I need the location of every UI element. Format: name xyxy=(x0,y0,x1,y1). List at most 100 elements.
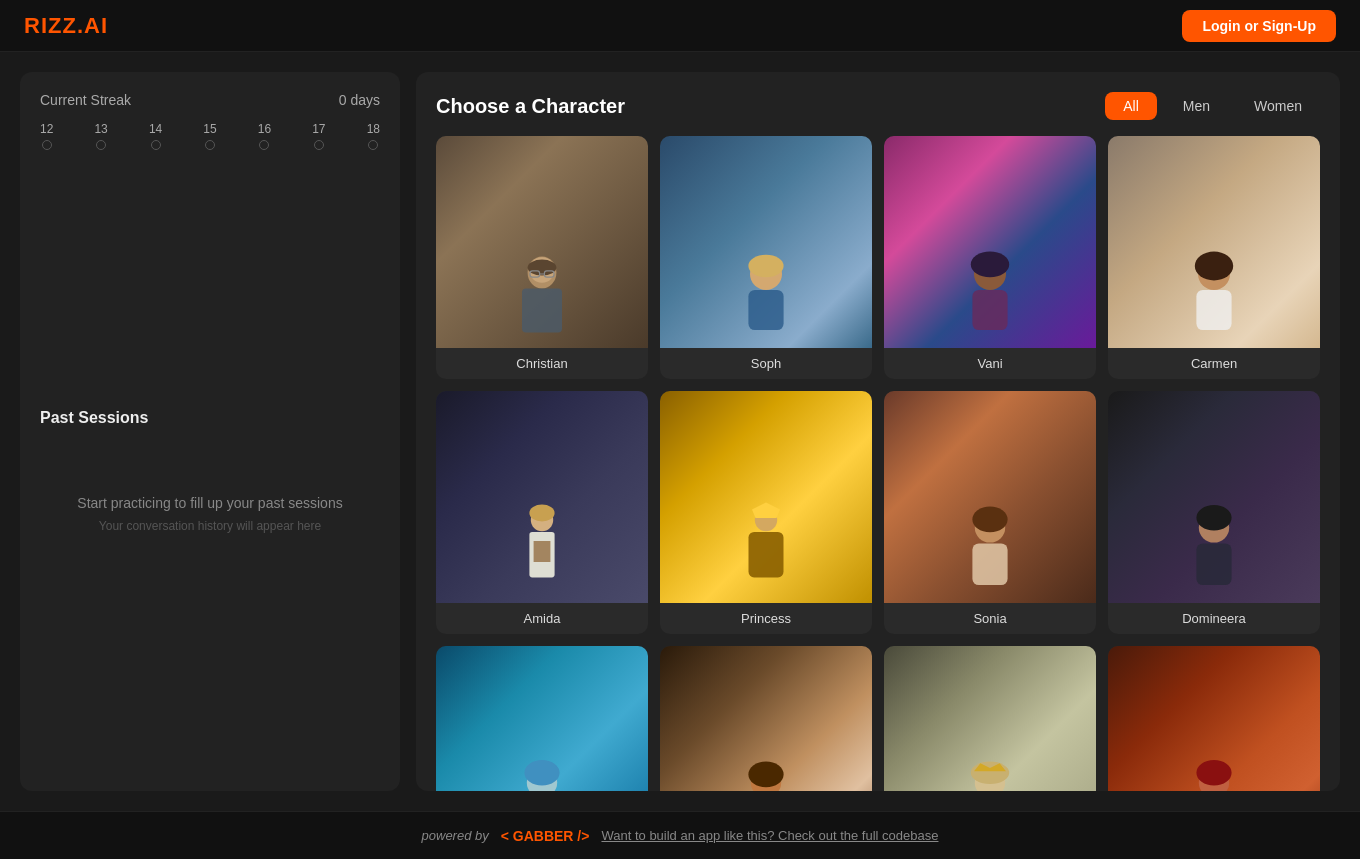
character-name: Vani xyxy=(884,348,1096,379)
character-card-huntress[interactable]: Huntress xyxy=(1108,646,1320,791)
character-grid: Christian Soph Vani xyxy=(436,136,1320,791)
streak-circle xyxy=(42,140,52,150)
past-sessions-empty: Start practicing to fill up your past se… xyxy=(77,495,342,511)
character-card-goddess-aphrodite[interactable]: Goddess Aphrodite xyxy=(884,646,1096,791)
character-avatar xyxy=(884,391,1096,603)
svg-rect-28 xyxy=(1196,543,1231,585)
streak-day-number: 14 xyxy=(149,122,162,136)
character-card-princess[interactable]: Princess xyxy=(660,391,872,634)
svg-point-30 xyxy=(524,760,559,786)
streak-value: 0 days xyxy=(339,92,380,108)
character-avatar xyxy=(660,391,872,603)
character-card-christian[interactable]: Christian xyxy=(436,136,648,379)
svg-point-8 xyxy=(748,255,783,277)
character-name: Sonia xyxy=(884,603,1096,634)
svg-point-24 xyxy=(972,507,1007,533)
streak-circle xyxy=(314,140,324,150)
character-card-stacy[interactable]: Stacy xyxy=(436,646,648,791)
streak-circle xyxy=(368,140,378,150)
streak-day-number: 17 xyxy=(312,122,325,136)
character-image-cassy xyxy=(660,646,872,791)
main-layout: Current Streak 0 days 12 13 14 15 16 17 … xyxy=(0,52,1360,811)
svg-point-36 xyxy=(971,762,1009,784)
character-card-domineera[interactable]: Domineera xyxy=(1108,391,1320,634)
streak-day: 15 xyxy=(203,122,216,150)
svg-point-11 xyxy=(971,252,1009,278)
header: RIZZ.AI Login or Sign-Up xyxy=(0,0,1360,52)
streak-day: 13 xyxy=(94,122,107,150)
character-card-soph[interactable]: Soph xyxy=(660,136,872,379)
svg-rect-12 xyxy=(972,290,1007,330)
character-avatar xyxy=(436,646,648,791)
character-avatar xyxy=(660,646,872,791)
character-name: Christian xyxy=(436,348,648,379)
past-sessions-sub: Your conversation history will appear he… xyxy=(99,519,321,533)
character-image-goddess-aphrodite xyxy=(884,646,1096,791)
character-avatar xyxy=(660,136,872,348)
streak-circle xyxy=(96,140,106,150)
streak-circle xyxy=(151,140,161,150)
streak-day-number: 12 xyxy=(40,122,53,136)
svg-point-40 xyxy=(1196,760,1231,786)
character-card-sonia[interactable]: Sonia xyxy=(884,391,1096,634)
character-card-amida[interactable]: Amida xyxy=(436,391,648,634)
streak-day: 18 xyxy=(367,122,380,150)
streak-day: 14 xyxy=(149,122,162,150)
svg-point-3 xyxy=(528,260,557,276)
svg-rect-15 xyxy=(1196,290,1231,330)
character-name: Domineera xyxy=(1108,603,1320,634)
streak-day-number: 13 xyxy=(94,122,107,136)
past-sessions-title: Past Sessions xyxy=(40,409,149,427)
character-image-soph xyxy=(660,136,872,348)
character-image-vani xyxy=(884,136,1096,348)
past-sessions-section: Past Sessions Start practicing to fill u… xyxy=(40,170,380,771)
footer: powered by < GABBER /> Want to build an … xyxy=(0,811,1360,859)
character-title: Choose a Character xyxy=(436,95,625,118)
filter-tab-all[interactable]: All xyxy=(1105,92,1157,120)
character-avatar xyxy=(1108,391,1320,603)
character-card-vani[interactable]: Vani xyxy=(884,136,1096,379)
character-name: Carmen xyxy=(1108,348,1320,379)
character-image-princess xyxy=(660,391,872,603)
streak-circle xyxy=(259,140,269,150)
streak-day: 16 xyxy=(258,122,271,150)
character-image-domineera xyxy=(1108,391,1320,603)
svg-rect-25 xyxy=(972,543,1007,585)
character-name: Soph xyxy=(660,348,872,379)
streak-day-number: 18 xyxy=(367,122,380,136)
footer-powered-text: powered by xyxy=(422,828,489,843)
character-image-huntress xyxy=(1108,646,1320,791)
character-avatar xyxy=(436,136,648,348)
character-avatar xyxy=(884,136,1096,348)
svg-rect-9 xyxy=(748,290,783,330)
character-image-amida xyxy=(436,391,648,603)
streak-header: Current Streak 0 days xyxy=(40,92,380,108)
svg-marker-21 xyxy=(752,503,780,518)
sidebar: Current Streak 0 days 12 13 14 15 16 17 … xyxy=(20,72,400,791)
character-section: Choose a Character All Men Women Christian xyxy=(416,72,1340,791)
login-button[interactable]: Login or Sign-Up xyxy=(1182,10,1336,42)
logo: RIZZ.AI xyxy=(24,13,108,39)
svg-rect-1 xyxy=(522,288,562,332)
filter-tabs: All Men Women xyxy=(1105,92,1320,120)
svg-point-17 xyxy=(529,505,554,522)
streak-section: Current Streak 0 days 12 13 14 15 16 17 … xyxy=(40,92,380,154)
character-image-christian xyxy=(436,136,648,348)
character-image-sonia xyxy=(884,391,1096,603)
svg-point-33 xyxy=(748,762,783,788)
svg-point-14 xyxy=(1195,252,1233,281)
character-image-stacy xyxy=(436,646,648,791)
character-avatar xyxy=(1108,136,1320,348)
filter-tab-men[interactable]: Men xyxy=(1165,92,1228,120)
character-image-carmen xyxy=(1108,136,1320,348)
streak-days: 12 13 14 15 16 17 18 xyxy=(40,118,380,154)
character-avatar xyxy=(436,391,648,603)
streak-day-number: 16 xyxy=(258,122,271,136)
character-card-carmen[interactable]: Carmen xyxy=(1108,136,1320,379)
filter-tab-women[interactable]: Women xyxy=(1236,92,1320,120)
character-card-cassy[interactable]: Cassy xyxy=(660,646,872,791)
streak-day-number: 15 xyxy=(203,122,216,136)
streak-day: 17 xyxy=(312,122,325,150)
svg-point-27 xyxy=(1196,505,1231,531)
footer-link[interactable]: Want to build an app like this? Check ou… xyxy=(601,828,938,843)
